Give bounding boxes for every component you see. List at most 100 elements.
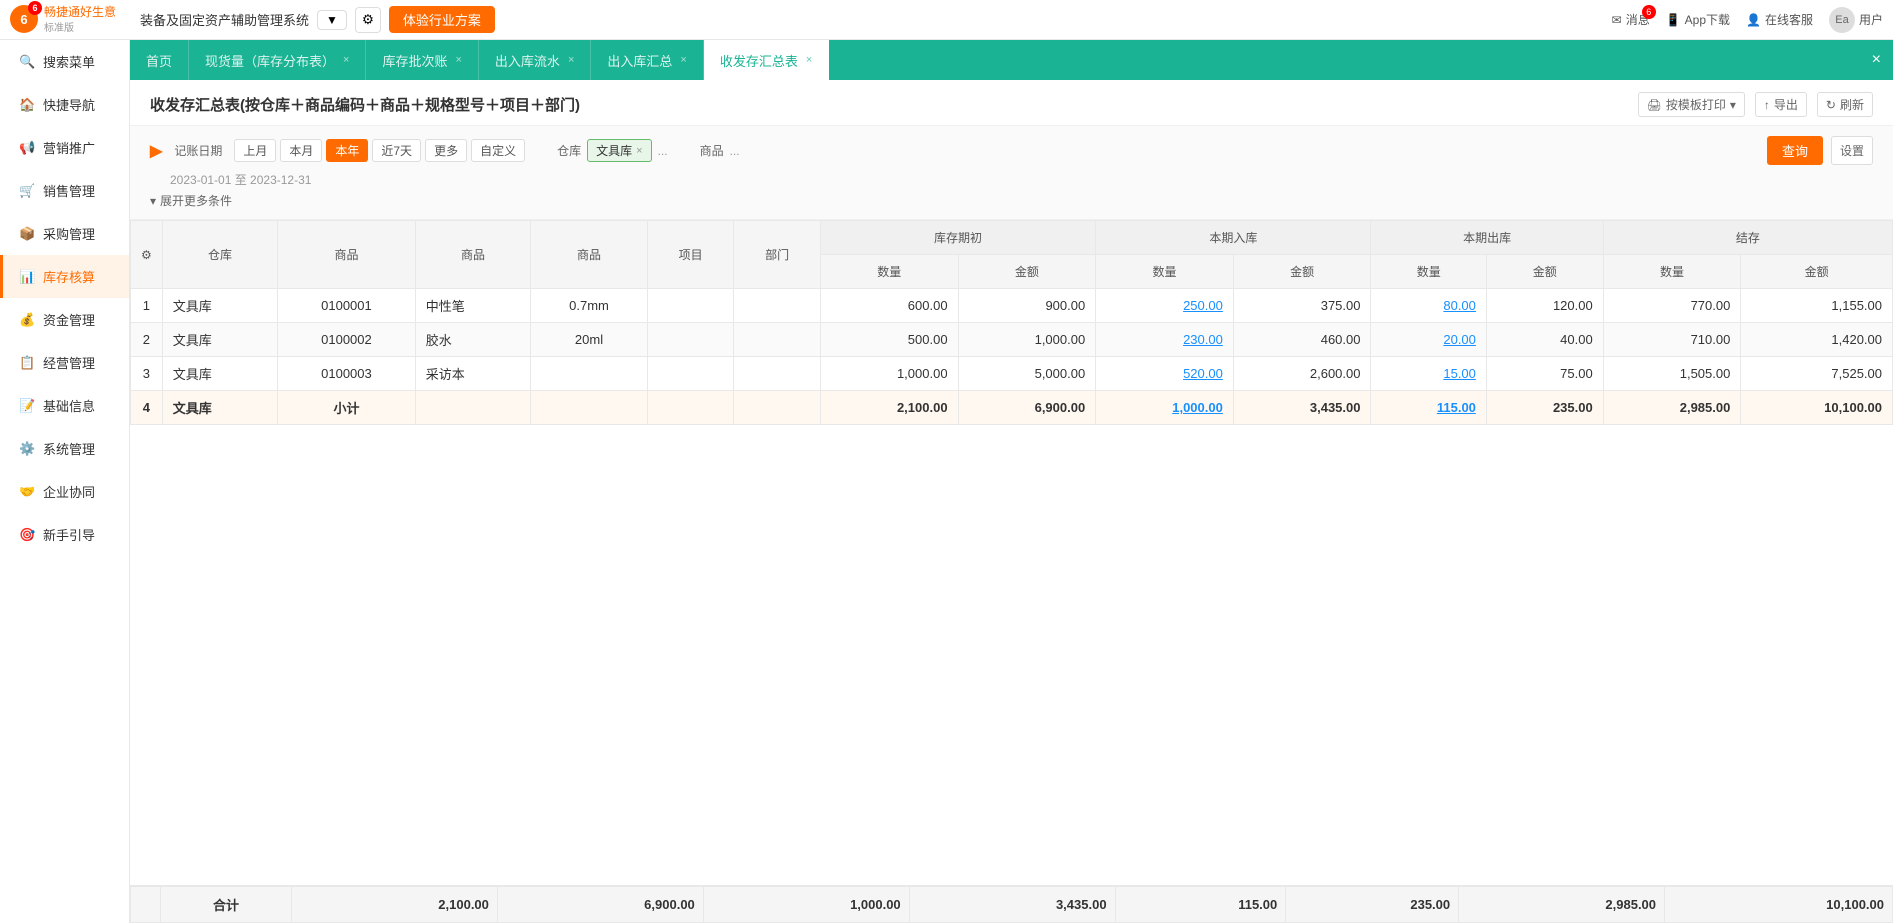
tab-inout-flow[interactable]: 出入库流水 ×	[479, 40, 591, 80]
download-icon: 📱	[1666, 13, 1681, 27]
row2-out-qty-link[interactable]: 20.00	[1443, 332, 1476, 347]
tab-stock-dist-label: 现货量（库存分布表）	[205, 51, 335, 70]
tab-inout-summary[interactable]: 出入库汇总 ×	[591, 40, 703, 80]
date-btn-7days[interactable]: 近7天	[372, 139, 421, 162]
row3-in-qty-link[interactable]: 520.00	[1183, 366, 1223, 381]
subtotal-in-qty-link[interactable]: 1,000.00	[1172, 400, 1223, 415]
col-name-header: 商品	[415, 221, 530, 289]
export-button[interactable]: ↑ 导出	[1755, 92, 1807, 117]
collab-icon: 🤝	[19, 484, 35, 500]
sidebar-item-finance[interactable]: 💰 资金管理	[0, 298, 129, 341]
row1-out-qty-link[interactable]: 80.00	[1443, 298, 1476, 313]
table-container: ⚙ 仓库 商品 商品 商品 项目 部门 库存期初 本期入库 本期出库 结存	[130, 220, 1893, 885]
row2-in-qty[interactable]: 230.00	[1096, 323, 1234, 357]
sidebar-item-guide[interactable]: 🎯 新手引导	[0, 513, 129, 556]
sidebar-label-collab: 企业协同	[43, 482, 95, 501]
row2-spec: 20ml	[531, 323, 648, 357]
date-btn-more[interactable]: 更多	[425, 139, 467, 162]
row3-code: 0100003	[278, 357, 416, 391]
sidebar-label-system: 系统管理	[43, 439, 95, 458]
subtotal-warehouse: 文具库	[162, 391, 277, 425]
sidebar-item-sales[interactable]: 🛒 销售管理	[0, 169, 129, 212]
online-service-button[interactable]: 👤 在线客服	[1746, 11, 1813, 28]
top-actions: ✉ 消息 6 📱 App下载 👤 在线客服 Ea 用户	[1612, 7, 1883, 33]
row3-open-amt: 5,000.00	[958, 357, 1096, 391]
row3-in-qty[interactable]: 520.00	[1096, 357, 1234, 391]
sidebar-item-collab[interactable]: 🤝 企业协同	[0, 470, 129, 513]
row3-out-qty-link[interactable]: 15.00	[1443, 366, 1476, 381]
tab-close-all-button[interactable]: ×	[1860, 40, 1893, 80]
warehouse-more[interactable]: ...	[658, 144, 668, 158]
logo-area: 6 6 畅捷通好生意 标准版	[10, 5, 140, 34]
sidebar-item-purchase[interactable]: 📦 采购管理	[0, 212, 129, 255]
message-button[interactable]: ✉ 消息 6	[1612, 11, 1650, 28]
row3-out-qty[interactable]: 15.00	[1371, 357, 1486, 391]
sidebar-item-quicknav[interactable]: 🏠 快捷导航	[0, 83, 129, 126]
system-selector[interactable]: ▼	[317, 10, 347, 30]
query-button[interactable]: 查询	[1767, 136, 1823, 165]
trial-button[interactable]: 体验行业方案	[389, 6, 495, 33]
date-btn-last-month[interactable]: 上月	[234, 139, 276, 162]
sidebar-item-system[interactable]: ⚙️ 系统管理	[0, 427, 129, 470]
subtotal-empty1	[415, 391, 530, 425]
col-settings[interactable]: ⚙	[131, 221, 163, 289]
subtotal-empty2	[531, 391, 648, 425]
print-chevron-icon: ▾	[1730, 98, 1736, 112]
subtotal-label: 小计	[278, 391, 416, 425]
row3-out-amt: 75.00	[1486, 357, 1603, 391]
row2-in-qty-link[interactable]: 230.00	[1183, 332, 1223, 347]
row1-name: 中性笔	[415, 289, 530, 323]
tab-close-inout-summary[interactable]: ×	[680, 54, 686, 66]
row1-in-qty[interactable]: 250.00	[1096, 289, 1234, 323]
tab-home[interactable]: 首页	[130, 40, 189, 80]
row2-out-qty[interactable]: 20.00	[1371, 323, 1486, 357]
logo-text-area: 畅捷通好生意 标准版	[44, 5, 116, 34]
tab-close-recv-send[interactable]: ×	[806, 54, 812, 66]
print-button[interactable]: 🖨 按模板打印 ▾	[1638, 92, 1745, 117]
sidebar-item-inventory[interactable]: 📊 库存核算	[0, 255, 129, 298]
subtotal-out-qty-link[interactable]: 115.00	[1437, 400, 1476, 415]
date-btn-this-month[interactable]: 本月	[280, 139, 322, 162]
total-row: 合计 2,100.00 6,900.00 1,000.00 3,435.00 1…	[131, 886, 1893, 923]
row1-open-amt: 900.00	[958, 289, 1096, 323]
row3-dept	[734, 357, 821, 391]
row1-open-qty: 600.00	[820, 289, 958, 323]
app-download-button[interactable]: 📱 App下载	[1666, 11, 1730, 28]
sidebar-item-operations[interactable]: 📋 经营管理	[0, 341, 129, 384]
total-bal-qty: 2,985.00	[1459, 886, 1665, 923]
warehouse-tag-close[interactable]: ×	[636, 145, 642, 157]
sidebar-item-marketing[interactable]: 📢 营销推广	[0, 126, 129, 169]
sidebar-item-basic[interactable]: 📝 基础信息	[0, 384, 129, 427]
date-btn-this-year[interactable]: 本年	[326, 139, 368, 162]
row1-out-qty[interactable]: 80.00	[1371, 289, 1486, 323]
tab-batch-ledger[interactable]: 库存批次账 ×	[366, 40, 478, 80]
refresh-label: 刷新	[1840, 96, 1864, 113]
system-icon: ⚙️	[19, 441, 35, 457]
table-row: 2 文具库 0100002 胶水 20ml 500.00 1,000.00 23…	[131, 323, 1893, 357]
print-label: 按模板打印	[1666, 96, 1726, 113]
row2-code: 0100002	[278, 323, 416, 357]
row3-no: 3	[131, 357, 163, 391]
settings-gear-button[interactable]: ⚙	[355, 7, 381, 33]
tab-recv-send[interactable]: 收发存汇总表 ×	[704, 40, 829, 80]
tab-stock-dist[interactable]: 现货量（库存分布表） ×	[189, 40, 366, 80]
col-code-header: 商品	[278, 221, 416, 289]
expand-conditions-button[interactable]: ▾ 展开更多条件	[150, 192, 1873, 209]
goods-more[interactable]: ...	[730, 144, 740, 158]
tab-close-stock-dist[interactable]: ×	[343, 54, 349, 66]
filter-settings-button[interactable]: 设置	[1831, 136, 1873, 165]
refresh-button[interactable]: ↻ 刷新	[1817, 92, 1873, 117]
logo-sub: 标准版	[44, 19, 116, 34]
row1-in-qty-link[interactable]: 250.00	[1183, 298, 1223, 313]
expand-label: 展开更多条件	[160, 192, 232, 209]
basic-icon: 📝	[19, 398, 35, 414]
subtotal-in-qty[interactable]: 1,000.00	[1096, 391, 1234, 425]
user-area[interactable]: Ea 用户	[1829, 7, 1883, 33]
expand-icon: ▾	[150, 194, 156, 208]
date-btn-custom[interactable]: 自定义	[471, 139, 525, 162]
subtotal-out-qty[interactable]: 115.00	[1371, 391, 1486, 425]
sidebar-item-search[interactable]: 🔍 搜索菜单	[0, 40, 129, 83]
tab-close-inout-flow[interactable]: ×	[568, 54, 574, 66]
tab-close-batch-ledger[interactable]: ×	[455, 54, 461, 66]
sales-icon: 🛒	[19, 183, 35, 199]
